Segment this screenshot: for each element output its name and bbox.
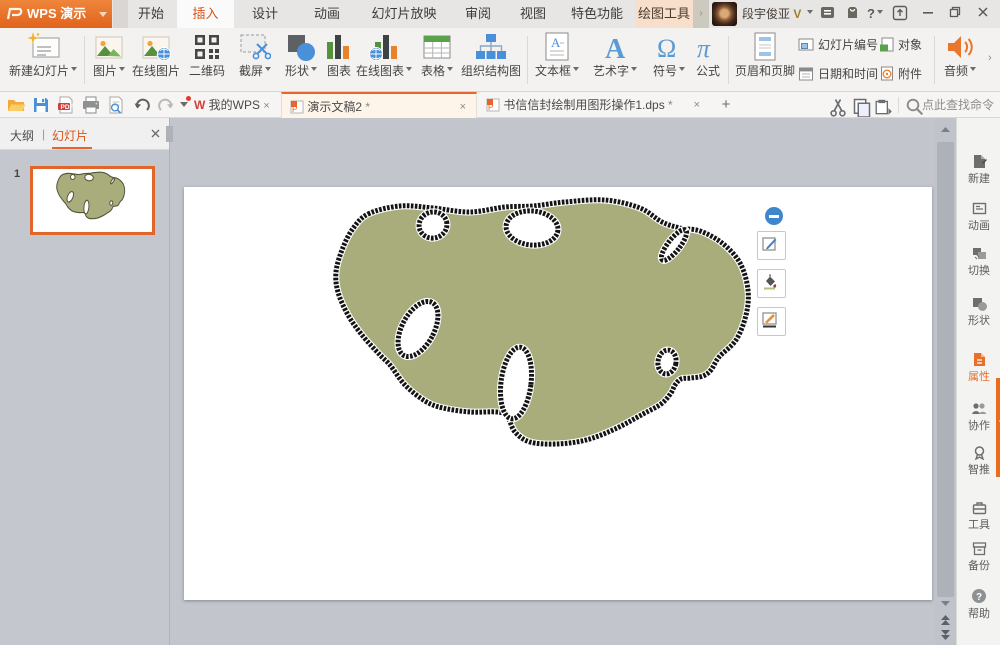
svg-text:Ω: Ω [657, 34, 676, 62]
svg-text:PDF: PDF [61, 104, 74, 111]
svg-text:P: P [292, 105, 297, 114]
svg-text:A: A [605, 34, 626, 62]
svg-text:A: A [551, 35, 561, 50]
svg-text:?: ? [976, 592, 982, 603]
svg-text:π: π [697, 34, 711, 62]
svg-text:P: P [488, 103, 493, 112]
